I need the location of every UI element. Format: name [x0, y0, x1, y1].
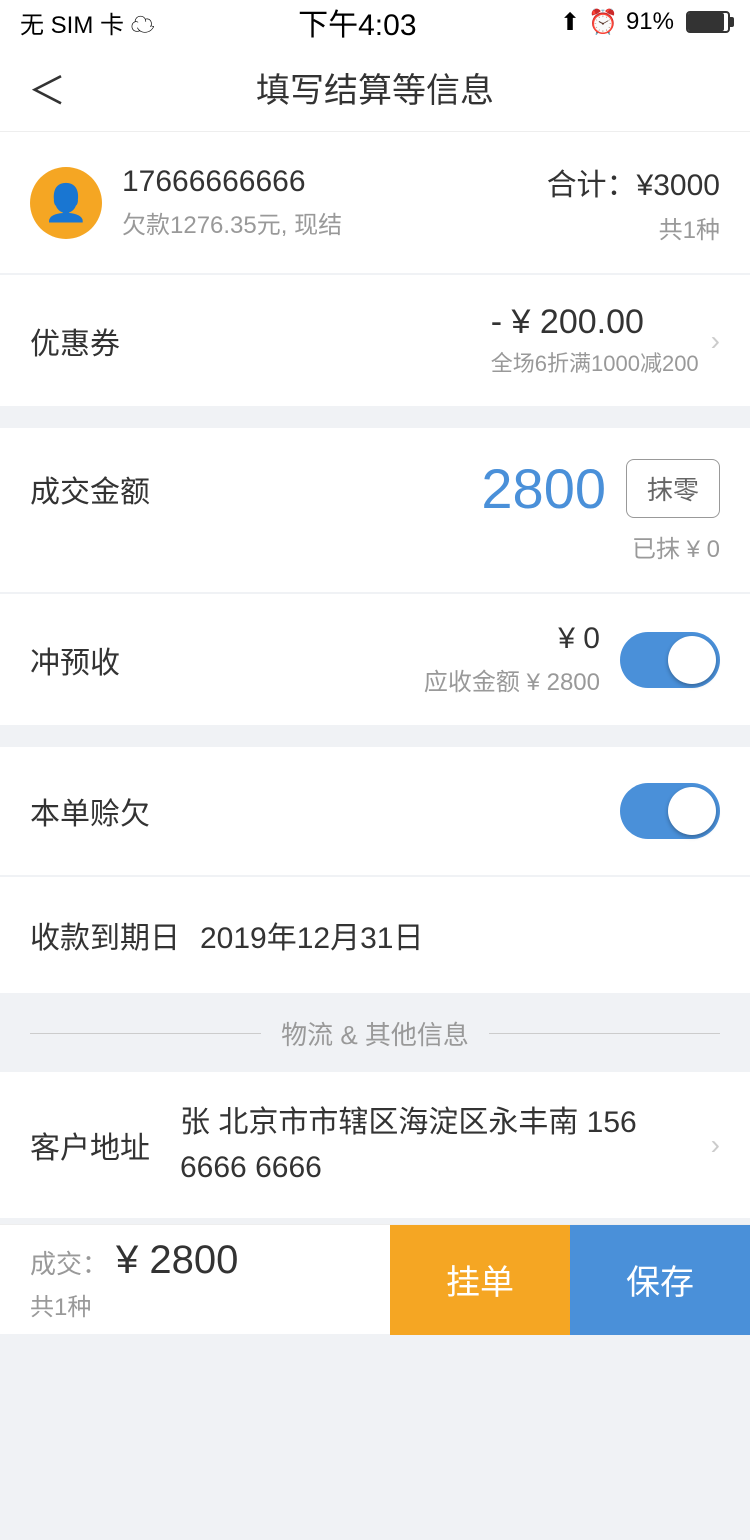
round-button[interactable]: 抹零 — [626, 459, 720, 518]
status-bar: 无 SIM 卡 ☁ 下午4:03 ⬆ ⏰ 91% — [0, 0, 750, 44]
hold-button[interactable]: 挂单 — [390, 1225, 570, 1335]
coupon-desc: 全场6折满1000减200 — [491, 346, 699, 378]
amount-section: 成交金额 2800 抹零 已抹 ¥ 0 — [0, 428, 750, 592]
footer-info: 成交： ¥ 2800 共1种 — [0, 1238, 390, 1322]
coupon-right: - ¥ 200.00 全场6折满1000减200 › — [491, 303, 720, 378]
direction-icon: ⬆ — [560, 8, 580, 37]
coupon-label: 优惠券 — [30, 319, 120, 363]
coupon-info: - ¥ 200.00 全场6折满1000减200 — [491, 303, 699, 378]
amount-sub: 已抹 ¥ 0 — [30, 529, 720, 564]
back-button[interactable]: ＜ — [28, 60, 66, 115]
amount-value: 2800 — [481, 456, 606, 521]
coupon-discount: - ¥ 200.00 — [491, 303, 699, 342]
customer-sub: 欠款1276.35元, 现结 — [122, 205, 342, 240]
total-count: 共1种 — [547, 210, 720, 245]
address-section[interactable]: 客户地址 张 北京市市辖区海淀区永丰南 156 6666 6666 › — [0, 1072, 750, 1218]
due-date-label: 收款到期日 — [30, 913, 180, 957]
status-left: 无 SIM 卡 ☁ — [20, 5, 155, 40]
coupon-row[interactable]: 优惠券 - ¥ 200.00 全场6折满1000减200 › — [0, 275, 750, 406]
chevron-right-icon: › — [711, 325, 720, 357]
precollect-right: ¥ 0 应收金额 ¥ 2800 — [424, 622, 720, 697]
due-date-value: 2019年12月31日 — [200, 913, 423, 957]
avatar: 👤 — [30, 167, 102, 239]
footer-amount: ¥ 2800 — [116, 1238, 238, 1283]
precollect-toggle[interactable] — [620, 632, 720, 688]
customer-card: 👤 17666666666 欠款1276.35元, 现结 合计：¥3000 共1… — [0, 132, 750, 273]
divider-1 — [0, 408, 750, 428]
debt-toggle[interactable] — [620, 783, 720, 839]
customer-phone: 17666666666 — [122, 165, 342, 199]
bottom-footer: 成交： ¥ 2800 共1种 挂单 保存 — [0, 1224, 750, 1334]
logistics-line-right — [489, 1033, 720, 1034]
logistics-label: 物流 & 其他信息 — [281, 1015, 469, 1052]
logistics-divider: 物流 & 其他信息 — [0, 995, 750, 1072]
customer-info: 17666666666 欠款1276.35元, 现结 — [122, 165, 342, 240]
precollect-sub: 应收金额 ¥ 2800 — [424, 662, 600, 697]
precollect-row: 冲预收 ¥ 0 应收金额 ¥ 2800 — [30, 622, 720, 697]
sim-label: 无 SIM 卡 ☁ — [20, 5, 155, 40]
address-right: 张 北京市市辖区海淀区永丰南 156 6666 6666 › — [180, 1100, 720, 1190]
save-button[interactable]: 保存 — [570, 1225, 750, 1335]
address-value: 张 北京市市辖区海淀区永丰南 156 6666 6666 — [180, 1100, 703, 1190]
precollect-section: 冲预收 ¥ 0 应收金额 ¥ 2800 — [0, 594, 750, 725]
customer-left: 👤 17666666666 欠款1276.35元, 现结 — [30, 165, 342, 240]
page-title: 填写结算等信息 — [256, 63, 494, 112]
status-time: 下午4:03 — [298, 0, 416, 44]
battery-percent: 91% — [626, 8, 674, 36]
precollect-value: ¥ 0 — [424, 622, 600, 656]
due-date-row: 收款到期日 2019年12月31日 — [30, 913, 720, 957]
status-right: ⬆ ⏰ 91% — [560, 8, 730, 37]
footer-count: 共1种 — [30, 1287, 360, 1322]
debt-section: 本单赊欠 — [0, 747, 750, 875]
amount-row: 成交金额 2800 抹零 — [30, 456, 720, 521]
battery-icon — [686, 11, 730, 33]
logistics-line-left — [30, 1033, 261, 1034]
amount-right: 2800 抹零 — [481, 456, 720, 521]
debt-toggle-knob — [668, 787, 716, 835]
total-amount: 合计：¥3000 — [547, 160, 720, 204]
due-date-section: 收款到期日 2019年12月31日 — [0, 877, 750, 993]
debt-label: 本单赊欠 — [30, 789, 150, 833]
toggle-knob — [668, 636, 716, 684]
amount-label: 成交金额 — [30, 467, 150, 511]
precollect-label: 冲预收 — [30, 638, 120, 682]
footer-deal-label: 成交： — [30, 1244, 108, 1281]
customer-total: 合计：¥3000 共1种 — [547, 160, 720, 245]
precollect-amount-col: ¥ 0 应收金额 ¥ 2800 — [424, 622, 600, 697]
address-chevron-icon: › — [711, 1129, 720, 1161]
divider-2 — [0, 727, 750, 747]
page-header: ＜ 填写结算等信息 — [0, 44, 750, 132]
address-label: 客户地址 — [30, 1123, 150, 1167]
alarm-icon: ⏰ — [588, 8, 618, 37]
